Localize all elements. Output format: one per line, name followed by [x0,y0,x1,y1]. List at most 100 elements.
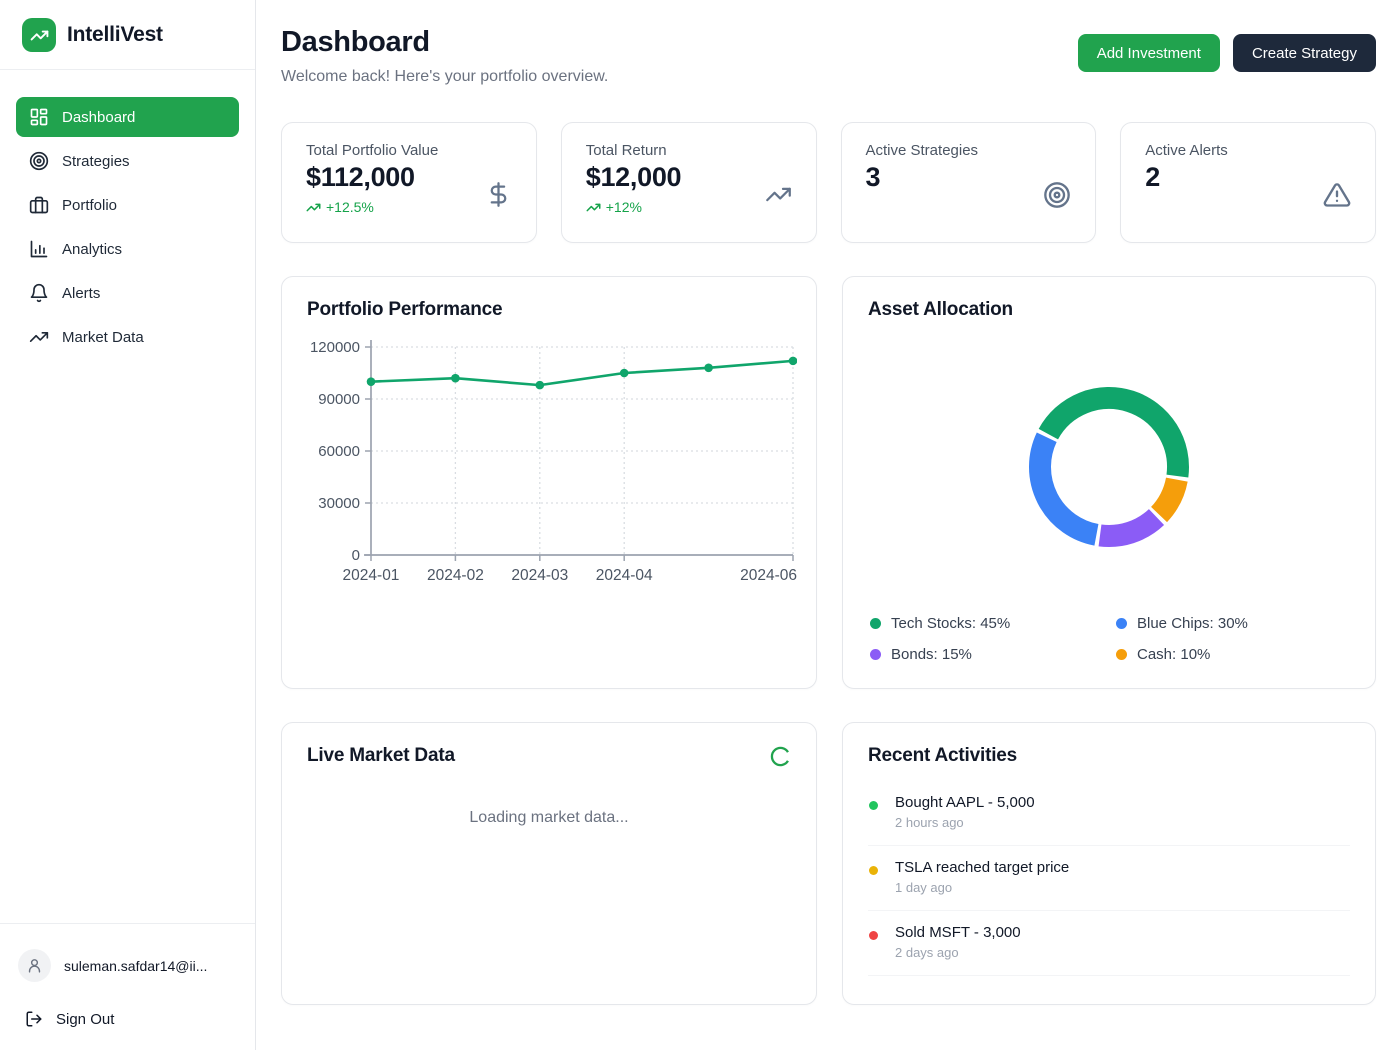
recent-activities-title: Recent Activities [868,745,1018,766]
sidebar: IntelliVest Dashboard Strategies Portfol… [0,0,256,1050]
sidebar-nav: Dashboard Strategies Portfolio Analytics… [0,69,255,923]
stat-delta: +12.5% [306,199,438,215]
main-content: Dashboard Welcome back! Here's your port… [256,0,1400,1050]
svg-text:90000: 90000 [318,391,360,408]
activity-time: 1 day ago [895,880,953,895]
svg-text:2024-01: 2024-01 [343,567,400,584]
loading-text: Loading market data... [469,809,629,826]
stat-value: 2 [1145,162,1160,192]
stat-value: $112,000 [306,162,415,192]
asset-allocation-panel: Asset Allocation Tech Stocks: 45% Blue C… [842,276,1376,689]
sidebar-item-market-data[interactable]: Market Data [16,317,239,357]
app-logo-trending-up-icon [22,18,56,52]
svg-text:30000: 30000 [318,495,360,512]
app-title: IntelliVest [67,23,163,46]
activity-item: Sold MSFT - 3,000 2 days ago [868,911,1350,976]
portfolio-performance-chart: 0 30000 60000 90000 120000 2024-01 2024-02 2024… [310,339,798,584]
stat-card-active-alerts: Active Alerts 2 [1120,122,1376,243]
stat-delta-value: +12% [605,199,642,215]
sidebar-footer: suleman.safdar14@ii... Sign Out [0,923,255,1050]
briefcase-icon [29,195,49,215]
legend-label: Cash: 10% [1137,646,1211,663]
sidebar-item-label: Dashboard [62,108,136,126]
sidebar-item-label: Strategies [62,152,130,170]
svg-text:2024-06: 2024-06 [740,567,797,584]
sidebar-item-label: Portfolio [62,196,118,214]
recent-activities-panel: Recent Activities Bought AAPL - 5,000 2 … [842,722,1376,1005]
svg-text:0: 0 [352,547,360,564]
trending-up-icon [29,327,49,347]
charts-row: Portfolio Performance 0 30000 60000 90000 12… [281,276,1376,689]
trending-up-icon [765,166,792,223]
sidebar-item-label: Analytics [62,240,123,258]
loader-icon [770,746,791,767]
stat-label: Total Return [585,142,667,159]
legend-label: Tech Stocks: 45% [891,615,1011,632]
legend-item-blue-chips: Blue Chips: 30% [1116,615,1350,632]
stat-delta: +12% [586,199,682,215]
live-market-data-panel: Live Market Data Loading market data... [281,722,817,1005]
add-investment-button[interactable]: Add Investment [1077,34,1220,72]
activity-time: 2 days ago [895,945,959,960]
page-subtitle: Welcome back! Here's your portfolio over… [281,68,609,85]
stat-delta-value: +12.5% [326,199,374,215]
sidebar-item-portfolio[interactable]: Portfolio [16,185,239,225]
app-logo-row: IntelliVest [0,0,255,69]
activity-list: Bought AAPL - 5,000 2 hours ago TSLA rea… [868,781,1350,976]
sidebar-item-strategies[interactable]: Strategies [16,141,239,181]
user-row: suleman.safdar14@ii... [18,949,239,982]
sign-out-button[interactable]: Sign Out [18,1010,239,1028]
asset-allocation-donut [1029,387,1189,547]
live-market-data-title: Live Market Data [307,745,455,766]
activity-time: 2 hours ago [895,815,964,830]
legend-dot [870,618,881,629]
create-strategy-button[interactable]: Create Strategy [1232,34,1376,72]
legend-item-tech-stocks: Tech Stocks: 45% [870,615,1116,632]
asset-allocation-title: Asset Allocation [868,299,1013,320]
sidebar-item-alerts[interactable]: Alerts [16,273,239,313]
svg-text:2024-02: 2024-02 [427,567,484,584]
legend-dot [1116,649,1127,660]
svg-text:120000: 120000 [310,339,360,356]
activity-item: TSLA reached target price 1 day ago [868,846,1350,911]
stat-label: Total Portfolio Value [306,142,439,159]
sign-out-label: Sign Out [56,1010,115,1028]
svg-text:2024-03: 2024-03 [511,567,568,584]
legend-dot [870,649,881,660]
legend-label: Blue Chips: 30% [1137,615,1248,632]
legend-dot [1116,618,1127,629]
target-icon [29,151,49,171]
page-title: Dashboard [281,26,430,58]
activity-item: Bought AAPL - 5,000 2 hours ago [868,781,1350,846]
bar-chart-icon [29,239,49,259]
activity-status-dot [869,866,878,875]
avatar [18,949,51,982]
sidebar-item-label: Market Data [62,328,144,346]
legend-item-bonds: Bonds: 15% [870,646,1116,663]
log-out-icon [25,1010,43,1028]
stat-label: Active Strategies [865,142,979,159]
portfolio-performance-title: Portfolio Performance [307,299,503,320]
user-email: suleman.safdar14@ii... [64,957,208,974]
svg-text:60000: 60000 [318,443,360,460]
sidebar-item-analytics[interactable]: Analytics [16,229,239,269]
sidebar-item-label: Alerts [62,284,101,302]
activity-status-dot [869,801,878,810]
target-icon [1043,166,1071,223]
stats-grid: Total Portfolio Value $112,000 +12.5% To… [281,122,1376,243]
alert-triangle-icon [1323,166,1351,223]
dashboard-grid-icon [29,107,49,127]
activity-text: TSLA reached target price [895,859,1070,876]
trending-up-icon [306,200,321,215]
legend-item-cash: Cash: 10% [1116,646,1350,663]
header-buttons: Add Investment Create Strategy [1077,34,1376,72]
activity-status-dot [869,931,878,940]
stat-value: $12,000 [585,162,682,192]
legend-label: Bonds: 15% [891,646,972,663]
sidebar-item-dashboard[interactable]: Dashboard [16,97,239,137]
dollar-icon [485,166,512,223]
svg-text:2024-04: 2024-04 [596,567,653,584]
page-header: Dashboard Welcome back! Here's your port… [281,26,1376,86]
activity-text: Bought AAPL - 5,000 [895,794,1035,811]
stat-card-active-strategies: Active Strategies 3 [840,122,1097,243]
